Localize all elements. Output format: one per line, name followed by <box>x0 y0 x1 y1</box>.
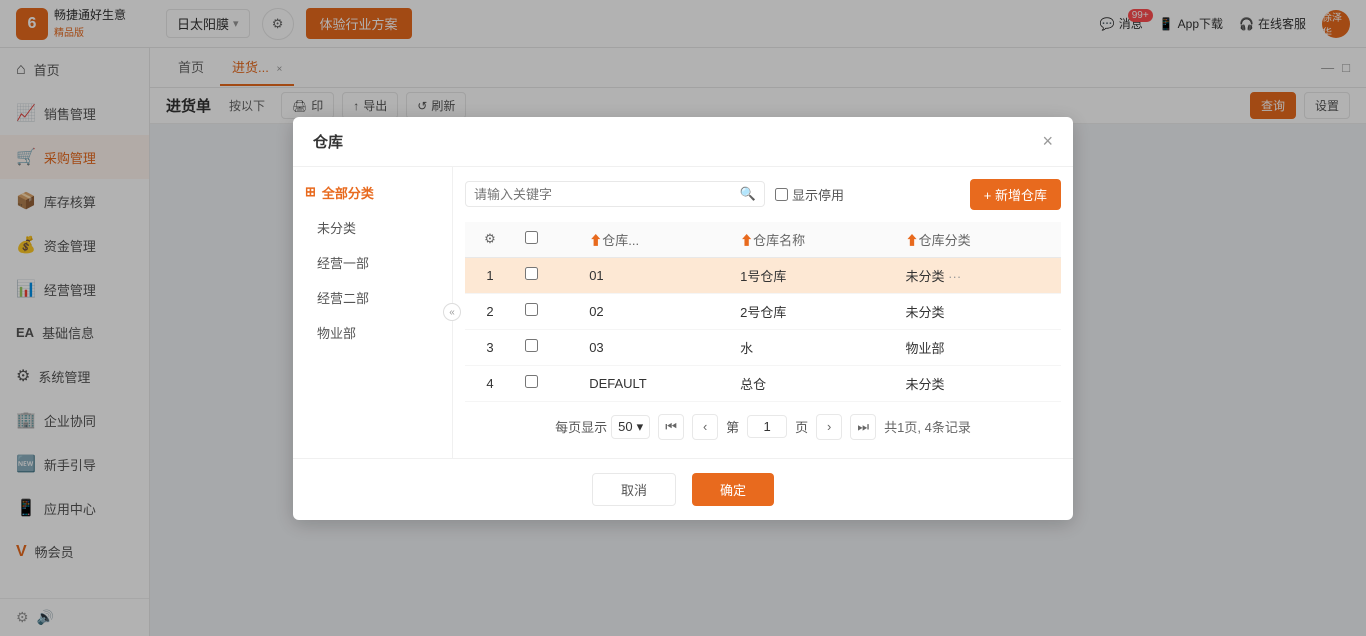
last-page-button[interactable]: ⏭ <box>850 414 876 440</box>
row-code: 03 <box>579 329 730 365</box>
table-body: 1 01 1号仓库 未分类 ··· 2 02 2号仓库 <box>465 257 1061 401</box>
page-di-label: 第 <box>726 417 739 436</box>
row-index: 2 <box>465 293 515 329</box>
grid-icon: ⊞ <box>305 184 316 200</box>
col-settings: ⚙ <box>465 222 515 258</box>
col-name[interactable]: ⬆仓库名称 <box>730 222 895 258</box>
row-name: 总仓 <box>730 365 895 401</box>
row-code: 01 <box>579 257 730 293</box>
row-index: 4 <box>465 365 515 401</box>
warehouse-table: ⚙ ⬆仓库... ⬆仓库名称 ⬆仓库分类 <box>465 222 1061 402</box>
row-checkbox-cell <box>515 365 579 401</box>
table-panel: 🔍 显示停用 + 新增仓库 ⚙ <box>453 167 1073 458</box>
row-category: 物业部 <box>896 329 1061 365</box>
first-page-button[interactable]: ⏮ <box>658 414 684 440</box>
total-info: 共1页, 4条记录 <box>884 417 971 436</box>
confirm-button[interactable]: 确定 <box>692 473 774 506</box>
modal-title: 仓库 <box>313 131 343 152</box>
first-page-icon: ⏮ <box>665 419 677 435</box>
show-disabled-label: 显示停用 <box>792 185 844 204</box>
last-page-icon: ⏭ <box>857 419 869 435</box>
show-disabled-checkbox[interactable] <box>775 188 788 201</box>
table-row[interactable]: 2 02 2号仓库 未分类 <box>465 293 1061 329</box>
col-code[interactable]: ⬆仓库... <box>579 222 730 258</box>
sort-icon3: ⬆ <box>906 233 919 248</box>
panel-collapse-button[interactable]: « <box>443 303 461 321</box>
pagination: 每页显示 50 ▾ ⏮ ‹ 第 页 <box>465 402 1061 446</box>
page-size-dropdown[interactable]: 50 ▾ <box>611 415 650 439</box>
modal-header: 仓库 × <box>293 117 1073 167</box>
row-name: 1号仓库 <box>730 257 895 293</box>
cancel-button[interactable]: 取消 <box>592 473 676 506</box>
table-row[interactable]: 4 DEFAULT 总仓 未分类 <box>465 365 1061 401</box>
category-panel: ⊞ 全部分类 « 未分类 经营一部 经营二部 物业部 <box>293 167 453 458</box>
row-checkbox-cell <box>515 293 579 329</box>
page-size-label: 每页显示 <box>555 417 607 436</box>
category-all[interactable]: ⊞ 全部分类 <box>293 175 452 210</box>
row-checkbox[interactable] <box>525 303 538 316</box>
warehouse-modal: 仓库 × ⊞ 全部分类 « 未分类 经营一部 经营二部 物业部 <box>293 117 1073 520</box>
modal-close-button[interactable]: × <box>1042 131 1053 152</box>
row-checkbox[interactable] <box>525 339 538 352</box>
prev-page-icon: ‹ <box>703 419 707 434</box>
dropdown-arrow-icon: ▾ <box>637 419 644 435</box>
more-icon[interactable]: ··· <box>948 269 961 284</box>
category-item-dept1[interactable]: 经营一部 <box>293 245 452 280</box>
select-all-checkbox[interactable] <box>525 231 538 244</box>
col-checkbox <box>515 222 579 258</box>
table-header: ⚙ ⬆仓库... ⬆仓库名称 ⬆仓库分类 <box>465 222 1061 258</box>
add-warehouse-button[interactable]: + 新增仓库 <box>970 179 1061 210</box>
modal-footer: 取消 确定 <box>293 458 1073 520</box>
sort-icon2: ⬆ <box>740 233 753 248</box>
modal-body: ⊞ 全部分类 « 未分类 经营一部 经营二部 物业部 🔍 <box>293 167 1073 458</box>
col-category[interactable]: ⬆仓库分类 <box>896 222 1061 258</box>
row-checkbox[interactable] <box>525 267 538 280</box>
modal-overlay: 仓库 × ⊞ 全部分类 « 未分类 经营一部 经营二部 物业部 <box>0 0 1366 636</box>
row-checkbox-cell <box>515 329 579 365</box>
row-index: 3 <box>465 329 515 365</box>
row-code: 02 <box>579 293 730 329</box>
search-input-wrap: 🔍 <box>465 181 765 207</box>
page-size-value: 50 <box>618 419 632 434</box>
row-category: 未分类 <box>896 365 1061 401</box>
row-category: 未分类 <box>896 293 1061 329</box>
category-item-dept2[interactable]: 经营二部 <box>293 280 452 315</box>
page-label: 页 <box>795 417 808 436</box>
page-size-select: 每页显示 50 ▾ <box>555 415 650 439</box>
prev-page-button[interactable]: ‹ <box>692 414 718 440</box>
page-number-input[interactable] <box>747 415 787 438</box>
search-input[interactable] <box>474 187 740 202</box>
row-name: 2号仓库 <box>730 293 895 329</box>
sort-icon: ⬆ <box>589 233 602 248</box>
table-toolbar: 🔍 显示停用 + 新增仓库 <box>465 179 1061 210</box>
table-container: ⚙ ⬆仓库... ⬆仓库名称 ⬆仓库分类 <box>465 222 1061 402</box>
category-item-property[interactable]: 物业部 <box>293 315 452 350</box>
table-row[interactable]: 1 01 1号仓库 未分类 ··· <box>465 257 1061 293</box>
next-page-button[interactable]: › <box>816 414 842 440</box>
row-checkbox-cell <box>515 257 579 293</box>
row-category: 未分类 ··· <box>896 257 1061 293</box>
show-disabled-wrap: 显示停用 <box>775 185 844 204</box>
row-name: 水 <box>730 329 895 365</box>
category-all-label: 全部分类 <box>322 183 374 202</box>
row-code: DEFAULT <box>579 365 730 401</box>
row-checkbox[interactable] <box>525 375 538 388</box>
next-page-icon: › <box>827 419 831 434</box>
table-row[interactable]: 3 03 水 物业部 <box>465 329 1061 365</box>
search-icon[interactable]: 🔍 <box>740 186 756 202</box>
category-item-unclassified[interactable]: 未分类 <box>293 210 452 245</box>
row-index: 1 <box>465 257 515 293</box>
